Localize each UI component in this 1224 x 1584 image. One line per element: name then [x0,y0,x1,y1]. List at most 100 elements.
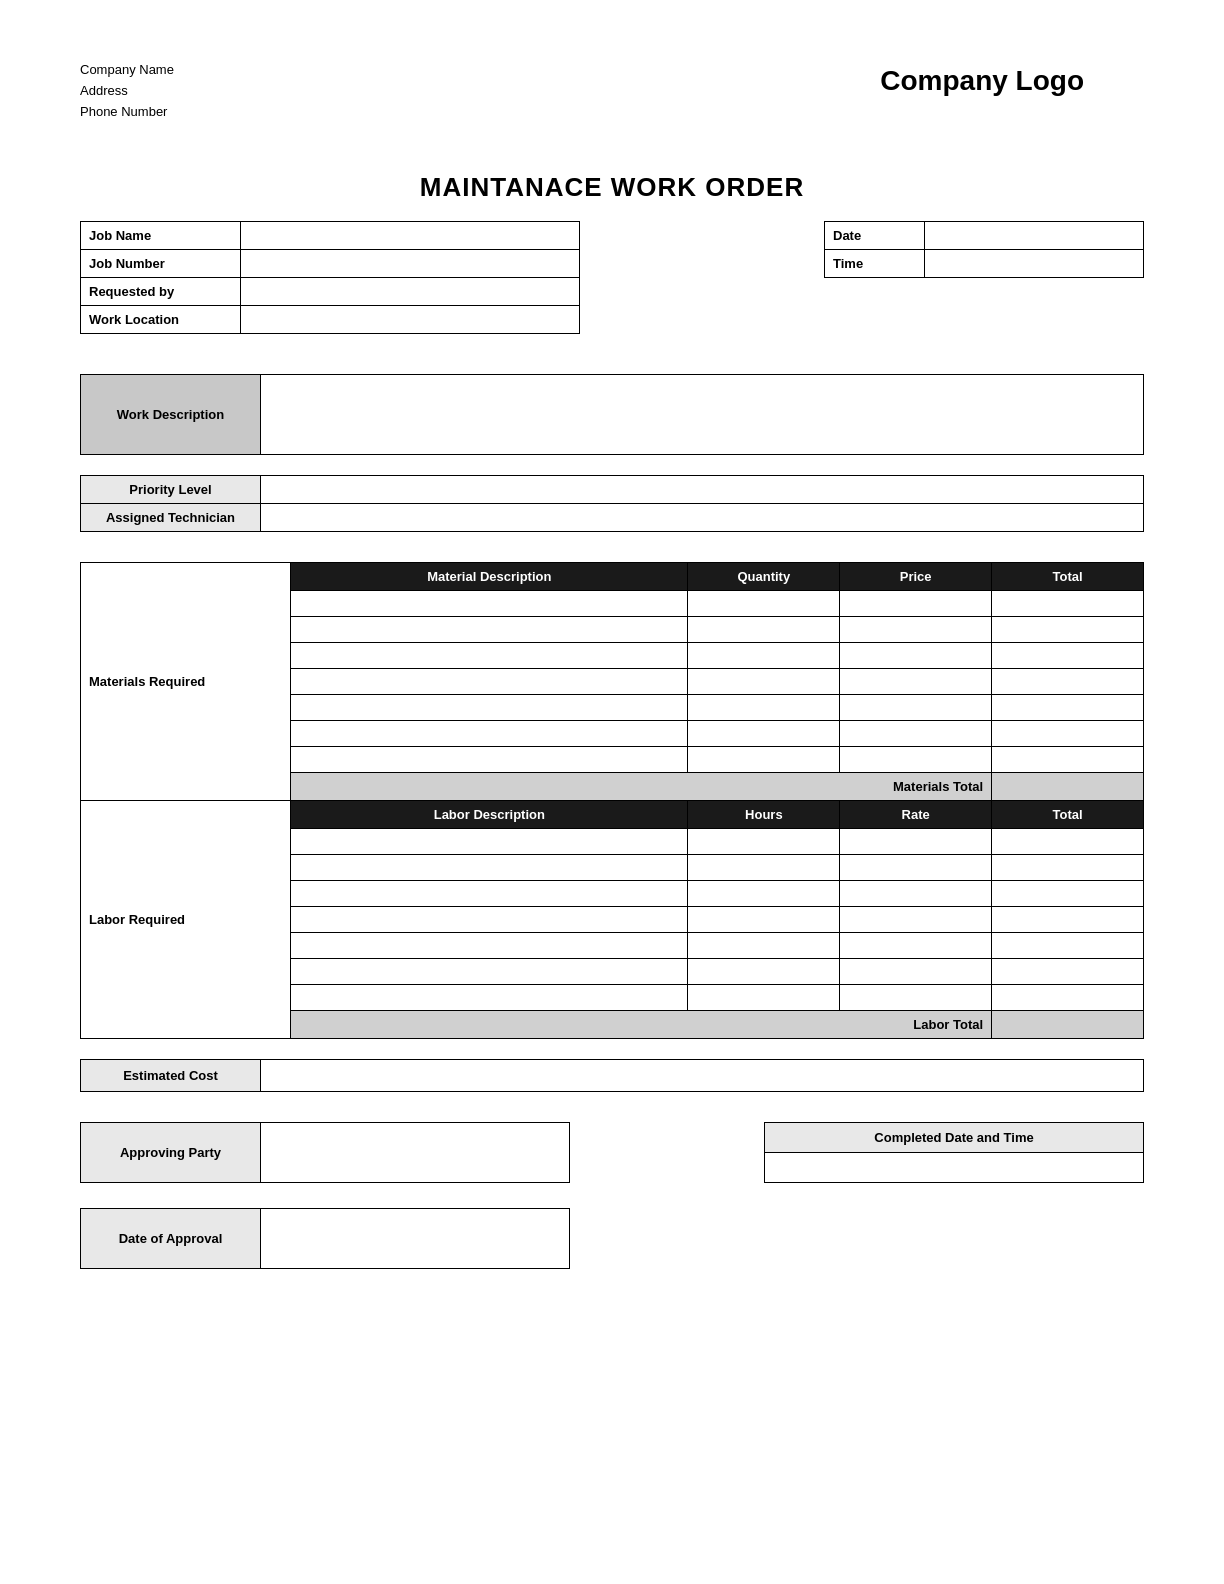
mat-desc-3[interactable] [291,643,688,669]
mat-total-7[interactable] [992,747,1144,773]
requested-by-label: Requested by [81,278,241,306]
mat-desc-2[interactable] [291,617,688,643]
mat-desc-1[interactable] [291,591,688,617]
mat-total-3[interactable] [992,643,1144,669]
mat-desc-6[interactable] [291,721,688,747]
labor-rate-3[interactable] [840,881,992,907]
labor-hours-6[interactable] [688,959,840,985]
work-location-value[interactable] [240,306,579,334]
date-of-approval-value[interactable] [261,1209,570,1269]
labor-rate-2[interactable] [840,855,992,881]
labor-hours-7[interactable] [688,985,840,1011]
date-value[interactable] [924,222,1143,250]
requested-by-value[interactable] [240,278,579,306]
mat-total-2[interactable] [992,617,1144,643]
mat-qty-1[interactable] [688,591,840,617]
mat-price-2[interactable] [840,617,992,643]
mat-desc-4[interactable] [291,669,688,695]
labor-rate-7[interactable] [840,985,992,1011]
labor-desc-2[interactable] [291,855,688,881]
estimated-cost-label: Estimated Cost [81,1060,261,1092]
table-row: Job Number [81,250,580,278]
labor-hours-2[interactable] [688,855,840,881]
mat-total-4[interactable] [992,669,1144,695]
labor-rate-4[interactable] [840,907,992,933]
labor-total-5[interactable] [992,933,1144,959]
labor-total-6[interactable] [992,959,1144,985]
labor-total-7[interactable] [992,985,1144,1011]
labor-rate-5[interactable] [840,933,992,959]
labor-desc-1[interactable] [291,829,688,855]
table-row: Priority Level [81,476,1144,504]
table-row: Date [825,222,1144,250]
work-description-value[interactable] [261,375,1144,455]
mat-qty-5[interactable] [688,695,840,721]
labor-desc-3[interactable] [291,881,688,907]
table-row: Completed Date and Time [765,1123,1144,1153]
mat-desc-5[interactable] [291,695,688,721]
header: Company Name Address Phone Number Compan… [80,60,1144,122]
completed-date-value[interactable] [765,1153,1144,1183]
labor-desc-6[interactable] [291,959,688,985]
priority-label: Priority Level [81,476,261,504]
mat-total-5[interactable] [992,695,1144,721]
job-name-value[interactable] [240,222,579,250]
materials-total-value[interactable] [992,773,1144,801]
labor-hours-5[interactable] [688,933,840,959]
approving-party-table: Approving Party [80,1122,570,1183]
mat-price-1[interactable] [840,591,992,617]
mat-price-7[interactable] [840,747,992,773]
approving-party-value[interactable] [261,1123,570,1183]
work-description-label: Work Description [81,375,261,455]
labor-hours-3[interactable] [688,881,840,907]
approval-section: Approving Party Completed Date and Time [80,1122,1144,1183]
table-row: Requested by [81,278,580,306]
mat-desc-7[interactable] [291,747,688,773]
date-of-approval-label: Date of Approval [81,1209,261,1269]
labor-desc-7[interactable] [291,985,688,1011]
labor-total-2[interactable] [992,855,1144,881]
mat-qty-4[interactable] [688,669,840,695]
mat-qty-6[interactable] [688,721,840,747]
technician-label: Assigned Technician [81,504,261,532]
labor-hours-1[interactable] [688,829,840,855]
labor-hours-4[interactable] [688,907,840,933]
estimated-cost-table: Estimated Cost [80,1059,1144,1092]
mat-price-6[interactable] [840,721,992,747]
mat-total-1[interactable] [992,591,1144,617]
mat-qty-2[interactable] [688,617,840,643]
material-qty-header: Quantity [688,563,840,591]
completed-date-label: Completed Date and Time [765,1123,1144,1153]
job-name-label: Job Name [81,222,241,250]
labor-desc-4[interactable] [291,907,688,933]
table-row: Work Description [81,375,1144,455]
mat-price-5[interactable] [840,695,992,721]
labor-total-value[interactable] [992,1011,1144,1039]
job-table: Job Name Job Number Requested by Work Lo… [80,221,580,334]
labor-total-4[interactable] [992,907,1144,933]
job-info-section: Job Name Job Number Requested by Work Lo… [80,221,1144,334]
time-value[interactable] [924,250,1143,278]
materials-section-label: Materials Required [81,563,291,801]
material-price-header: Price [840,563,992,591]
company-name: Company Name [80,60,174,81]
company-info: Company Name Address Phone Number [80,60,174,122]
labor-desc-5[interactable] [291,933,688,959]
mat-total-6[interactable] [992,721,1144,747]
mat-price-3[interactable] [840,643,992,669]
mat-qty-3[interactable] [688,643,840,669]
mat-price-4[interactable] [840,669,992,695]
date-label: Date [825,222,925,250]
technician-value[interactable] [261,504,1144,532]
labor-total-label: Labor Total [291,1011,992,1039]
labor-total-3[interactable] [992,881,1144,907]
labor-total-1[interactable] [992,829,1144,855]
table-row [765,1153,1144,1183]
priority-value[interactable] [261,476,1144,504]
materials-header-row: Materials Required Material Description … [81,563,1144,591]
estimated-cost-value[interactable] [261,1060,1144,1092]
labor-rate-6[interactable] [840,959,992,985]
mat-qty-7[interactable] [688,747,840,773]
job-number-value[interactable] [240,250,579,278]
labor-rate-1[interactable] [840,829,992,855]
